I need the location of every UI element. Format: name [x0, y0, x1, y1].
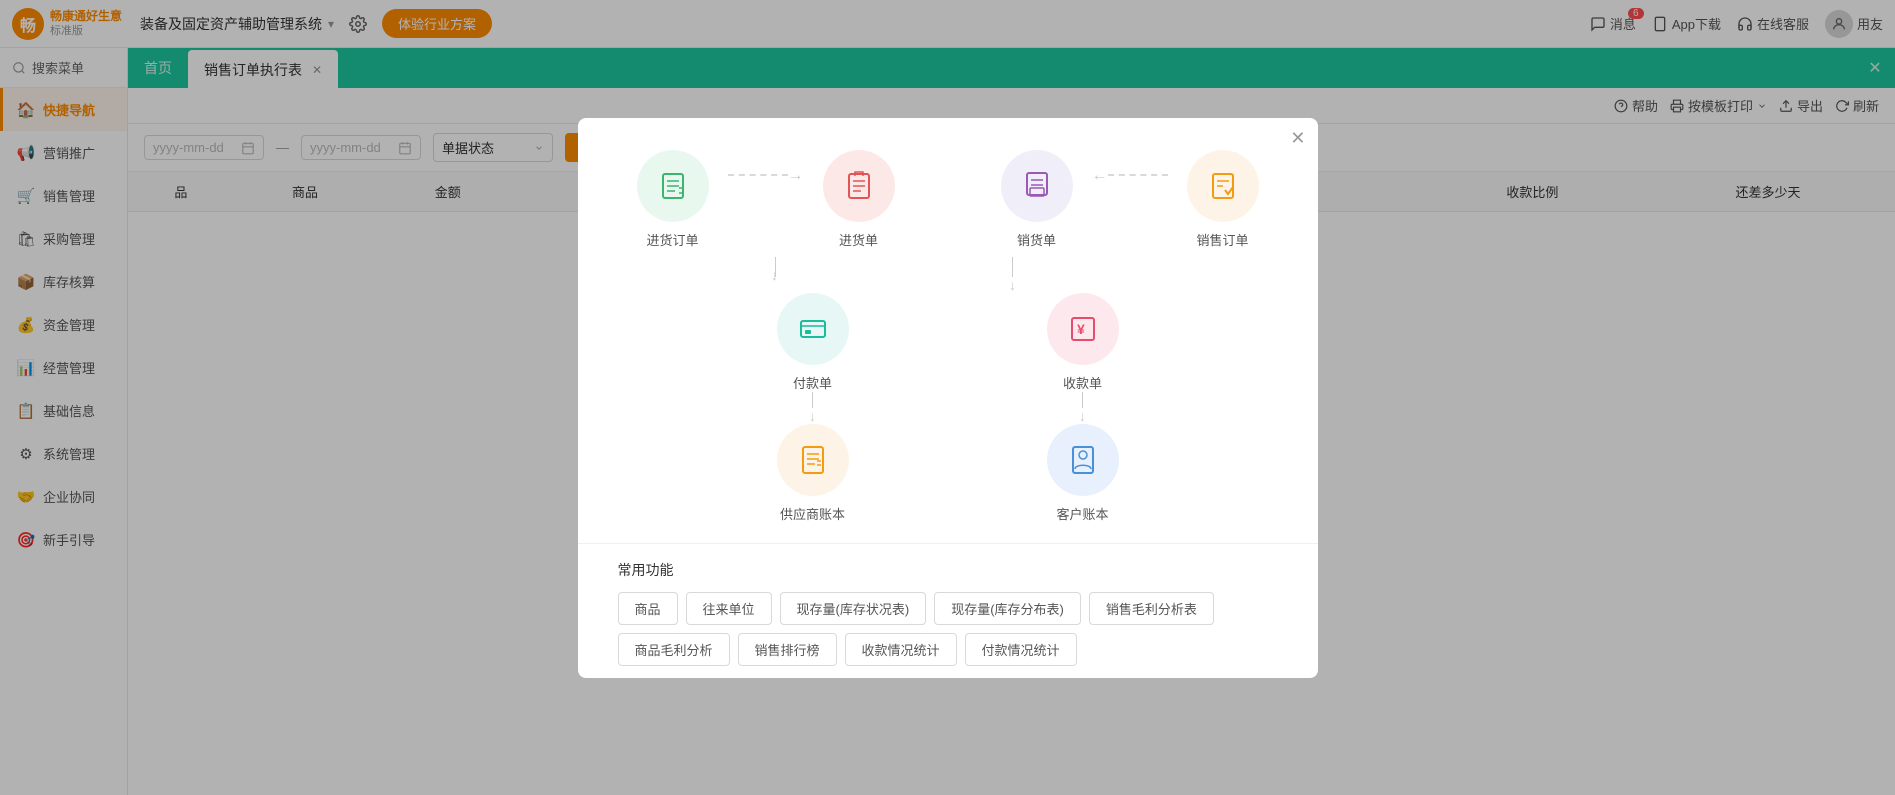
supplier-label: 供应商账本: [780, 504, 845, 523]
func-btn-stock-status[interactable]: 现存量(库存状况表): [780, 592, 927, 625]
arrow-1: →: [728, 167, 804, 231]
arrow-row-2: ↓ ↓: [618, 392, 1278, 424]
purchase-order-circle: [637, 150, 709, 222]
func-btn-sale-rank[interactable]: 销售排行榜: [738, 633, 837, 666]
flow-node-receipt[interactable]: ¥ 收款单: [1028, 293, 1138, 392]
sale-order-circle: [1187, 150, 1259, 222]
supplier-circle: [777, 424, 849, 496]
flow-row-2: 付款单 ¥ 收款单: [618, 293, 1278, 392]
flow-node-sale-bill[interactable]: 销货单: [982, 150, 1092, 249]
receipt-circle: ¥: [1047, 293, 1119, 365]
func-btn-sale-margin[interactable]: 销售毛利分析表: [1089, 592, 1214, 625]
flow-row-3: 供应商账本 客户账本: [618, 424, 1278, 523]
sale-bill-label: 销货单: [1017, 230, 1056, 249]
modal-overlay[interactable]: ✕ 进货订单: [0, 0, 1895, 795]
customer-label: 客户账本: [1056, 504, 1108, 523]
arrow-row-vertical: ↓ ↓: [618, 257, 1278, 293]
common-func-section: 常用功能 商品 往来单位 现存量(库存状况表) 现存量(库存分布表) 销售毛利分…: [578, 543, 1318, 678]
common-func-title: 常用功能: [618, 560, 1278, 580]
purchase-bill-circle: [823, 150, 895, 222]
purchase-order-label: 进货订单: [646, 230, 698, 249]
payment-circle: [777, 293, 849, 365]
flow-area: 进货订单 →: [578, 118, 1318, 543]
payment-label: 付款单: [793, 373, 832, 392]
flow-node-purchase-order[interactable]: 进货订单: [618, 150, 728, 249]
flow-node-purchase-bill[interactable]: 进货单: [804, 150, 914, 249]
func-btn-product[interactable]: 商品: [618, 592, 678, 625]
customer-circle: [1047, 424, 1119, 496]
modal-close-button[interactable]: ✕: [1290, 128, 1305, 149]
func-btn-list: 商品 往来单位 现存量(库存状况表) 现存量(库存分布表) 销售毛利分析表 商品…: [618, 592, 1278, 666]
sale-order-label: 销售订单: [1196, 230, 1248, 249]
func-btn-product-margin[interactable]: 商品毛利分析: [618, 633, 730, 666]
flow-node-sale-order[interactable]: 销售订单: [1168, 150, 1278, 249]
flow-node-supplier[interactable]: 供应商账本: [758, 424, 868, 523]
receipt-label: 收款单: [1063, 373, 1102, 392]
func-btn-stock-dist[interactable]: 现存量(库存分布表): [934, 592, 1081, 625]
sale-bill-circle: [1001, 150, 1073, 222]
modal-box: ✕ 进货订单: [578, 118, 1318, 678]
svg-text:¥: ¥: [1077, 321, 1085, 337]
func-btn-receipt-stat[interactable]: 收款情况统计: [845, 633, 957, 666]
arrow-2: ←: [1092, 167, 1168, 231]
flow-node-customer[interactable]: 客户账本: [1028, 424, 1138, 523]
flow-row-1: 进货订单 →: [618, 150, 1278, 249]
func-btn-payment-stat[interactable]: 付款情况统计: [965, 633, 1077, 666]
func-btn-party[interactable]: 往来单位: [686, 592, 772, 625]
flow-node-payment[interactable]: 付款单: [758, 293, 868, 392]
purchase-bill-label: 进货单: [839, 230, 878, 249]
